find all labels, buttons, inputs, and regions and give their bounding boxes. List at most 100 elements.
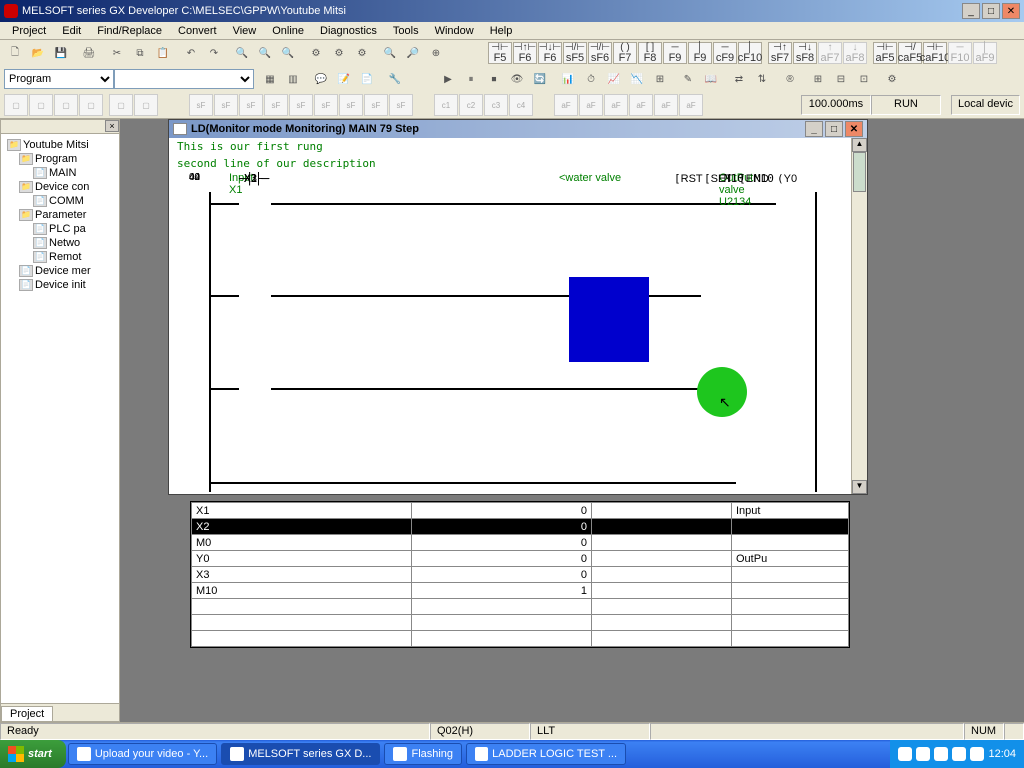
af5b-button[interactable]: aF xyxy=(554,94,578,116)
ladder-min-button[interactable]: _ xyxy=(805,121,823,137)
cf9-button[interactable]: ─cF9 xyxy=(713,42,737,64)
mon3-icon[interactable]: ⏹ xyxy=(483,68,505,90)
clock[interactable]: 12:04 xyxy=(988,748,1016,760)
task-item-flashing[interactable]: Flashing xyxy=(384,743,462,765)
caf5-button[interactable]: ⊣/caF5 xyxy=(898,42,922,64)
mon1-icon[interactable]: ▶ xyxy=(437,68,459,90)
af5-button[interactable]: ⊣⊢aF5 xyxy=(873,42,897,64)
cut-icon[interactable]: ✂ xyxy=(106,42,128,64)
tree-devinit[interactable]: Device init xyxy=(35,279,86,291)
find2-icon[interactable]: 🔍 xyxy=(254,42,276,64)
af9b-button[interactable]: aF xyxy=(654,94,678,116)
menu-tools[interactable]: Tools xyxy=(385,23,427,39)
trace2-icon[interactable]: ⏱ xyxy=(580,68,602,90)
af6-button[interactable]: aF xyxy=(579,94,603,116)
mon2-icon[interactable]: ⏸ xyxy=(460,68,482,90)
find-icon[interactable]: 🔍 xyxy=(231,42,253,64)
system-tray[interactable]: 12:04 xyxy=(890,740,1024,768)
ladder-canvas[interactable]: <water valve 0 X1 ─┤ ├─ (Y0 Input X1 Out… xyxy=(189,172,847,492)
rung2-instr[interactable]: [RST xyxy=(674,172,703,185)
scroll-thumb[interactable] xyxy=(853,152,866,192)
table-row[interactable]: X10Input xyxy=(192,503,849,519)
zoom-icon[interactable]: 🔍 xyxy=(379,42,401,64)
af8-button[interactable]: ↓aF8 xyxy=(843,42,867,64)
sf5b-button[interactable]: sF xyxy=(289,94,313,116)
new-icon[interactable]: 🗋 xyxy=(4,42,26,64)
task-item-ladder[interactable]: LADDER LOGIC TEST ... xyxy=(466,743,626,765)
ladder-max-button[interactable]: □ xyxy=(825,121,843,137)
f9a-button[interactable]: ─F9 xyxy=(663,42,687,64)
f6b-button[interactable]: ⊣↓⊢F6 xyxy=(538,42,562,64)
sf2-button[interactable]: sF xyxy=(214,94,238,116)
scroll-down-icon[interactable]: ▼ xyxy=(852,480,867,494)
menu-edit[interactable]: Edit xyxy=(54,23,89,39)
tree-main[interactable]: MAIN xyxy=(49,167,77,179)
paste-icon[interactable]: 📋 xyxy=(152,42,174,64)
table-row[interactable] xyxy=(192,631,849,647)
trace4-icon[interactable]: 📉 xyxy=(626,68,648,90)
undo-icon[interactable]: ↶ xyxy=(180,42,202,64)
print-icon[interactable]: 🖨 xyxy=(78,42,100,64)
table-row[interactable]: M101 xyxy=(192,583,849,599)
program-select[interactable]: Program xyxy=(4,69,114,89)
sidebar-close-icon[interactable]: × xyxy=(105,120,119,132)
sf6b-button[interactable]: sF xyxy=(314,94,338,116)
read-icon[interactable]: 📖 xyxy=(700,68,722,90)
cfg-icon[interactable]: ⚙ xyxy=(881,68,903,90)
db5-button[interactable]: ▢ xyxy=(109,94,133,116)
table-row[interactable]: X20 xyxy=(192,519,849,535)
conv1-icon[interactable]: ⇄ xyxy=(728,68,750,90)
c3-button[interactable]: c3 xyxy=(484,94,508,116)
mon4-icon[interactable]: 👁 xyxy=(506,68,528,90)
menu-find[interactable]: Find/Replace xyxy=(89,23,170,39)
grid3-icon[interactable]: ⊡ xyxy=(853,68,875,90)
table-row[interactable] xyxy=(192,599,849,615)
sf3-button[interactable]: sF xyxy=(239,94,263,116)
f8-button[interactable]: [ ]F8 xyxy=(638,42,662,64)
tray-icon[interactable] xyxy=(916,747,930,761)
zoom3-icon[interactable]: ⊕ xyxy=(425,42,447,64)
toggle1-icon[interactable]: ▦ xyxy=(259,68,281,90)
table-row[interactable]: Y00OutPu xyxy=(192,551,849,567)
toggle2-icon[interactable]: ▥ xyxy=(282,68,304,90)
menu-online[interactable]: Online xyxy=(264,23,312,39)
contact-icon[interactable]: ─┤ ├─ xyxy=(239,173,268,185)
tree-comm[interactable]: COMM xyxy=(49,195,84,207)
af7-button[interactable]: ↑aF7 xyxy=(818,42,842,64)
table-row[interactable]: X30 xyxy=(192,567,849,583)
db1-button[interactable]: ▢ xyxy=(4,94,28,116)
tray-icon[interactable] xyxy=(934,747,948,761)
trace3-icon[interactable]: 📈 xyxy=(603,68,625,90)
af8b-button[interactable]: aF xyxy=(629,94,653,116)
tool2-icon[interactable]: ⚙ xyxy=(328,42,350,64)
menu-window[interactable]: Window xyxy=(427,23,482,39)
tree-root[interactable]: Youtube Mitsi xyxy=(23,139,89,151)
zoom2-icon[interactable]: 🔎 xyxy=(402,42,424,64)
sf4-button[interactable]: sF xyxy=(264,94,288,116)
sf9-button[interactable]: sF xyxy=(389,94,413,116)
task-item-melsoft[interactable]: MELSOFT series GX D... xyxy=(221,743,380,765)
af9-button[interactable]: │aF9 xyxy=(973,42,997,64)
af10-button[interactable]: aF xyxy=(679,94,703,116)
project-tree[interactable]: 📁Youtube Mitsi 📁Program 📄MAIN 📁Device co… xyxy=(1,134,119,703)
menu-diagnostics[interactable]: Diagnostics xyxy=(312,23,385,39)
conv2-icon[interactable]: ⇅ xyxy=(751,68,773,90)
f5-button[interactable]: ⊣⊢F5 xyxy=(488,42,512,64)
write-icon[interactable]: ✎ xyxy=(677,68,699,90)
device-monitor-table[interactable]: X10InputX20M00Y00OutPuX30M101 xyxy=(190,501,850,648)
tree-net[interactable]: Netwo xyxy=(49,237,80,249)
sf7b-button[interactable]: sF xyxy=(339,94,363,116)
table-row[interactable]: M00 xyxy=(192,535,849,551)
tree-plc[interactable]: PLC pa xyxy=(49,223,86,235)
sidebar-tab-project[interactable]: Project xyxy=(1,706,53,722)
comment-icon[interactable]: 💬 xyxy=(310,68,332,90)
tray-icon[interactable] xyxy=(952,747,966,761)
tray-icon[interactable] xyxy=(898,747,912,761)
table-row[interactable] xyxy=(192,615,849,631)
tray-icon[interactable] xyxy=(970,747,984,761)
menu-view[interactable]: View xyxy=(225,23,265,39)
tree-device[interactable]: Device con xyxy=(35,181,89,193)
tree-param[interactable]: Parameter xyxy=(35,209,86,221)
sf6-button[interactable]: ⊣/⊢sF6 xyxy=(588,42,612,64)
sf8b-button[interactable]: sF xyxy=(364,94,388,116)
